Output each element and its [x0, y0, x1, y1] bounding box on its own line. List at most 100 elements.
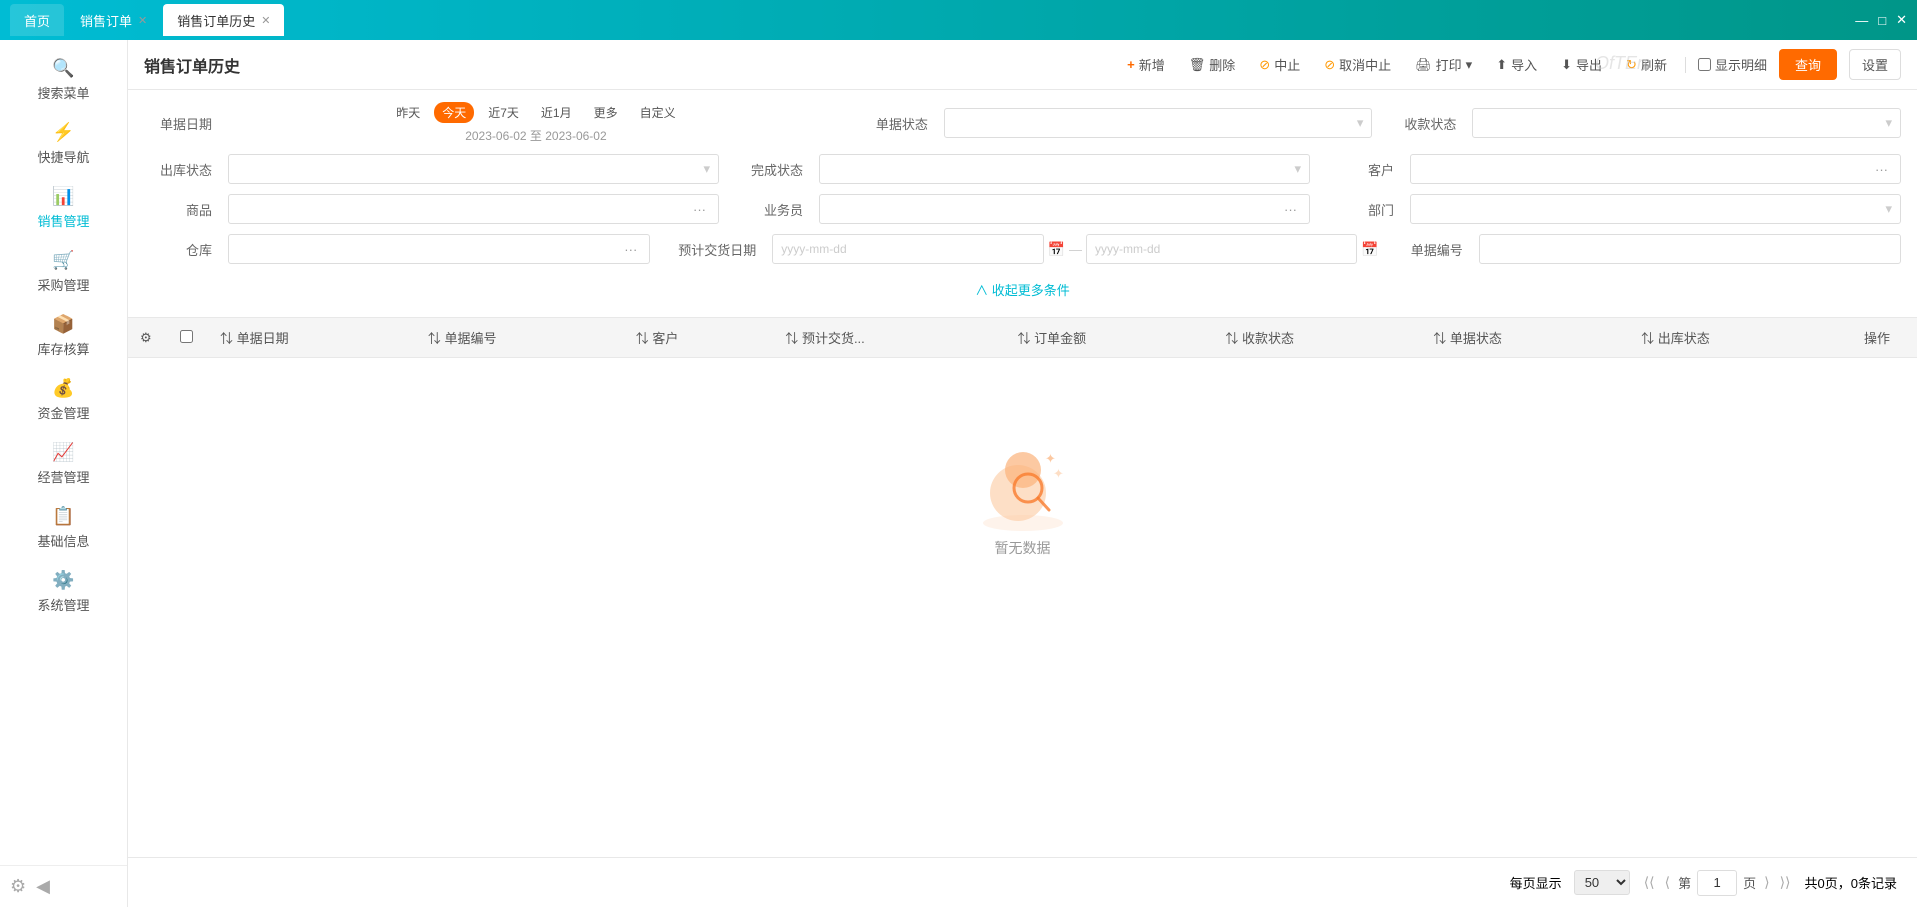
order-status-chevron: ▾: [1357, 115, 1364, 131]
sidebar-item-sys-mgmt[interactable]: ⚙️ 系统管理: [0, 560, 127, 624]
expected-date-to[interactable]: yyyy-mm-dd: [1086, 234, 1357, 264]
sidebar-collapse-icon[interactable]: ◀: [36, 876, 50, 897]
refresh-button[interactable]: ↻ 刷新: [1620, 51, 1673, 78]
tab-sales-order-history-close[interactable]: ✕: [261, 14, 270, 27]
product-select[interactable]: ···: [228, 194, 719, 224]
tab-home[interactable]: 首页: [10, 4, 64, 36]
prev-page-button[interactable]: ⟨: [1663, 872, 1672, 893]
page-number-input[interactable]: [1697, 870, 1737, 896]
pagination: ⟨⟨ ⟨ 第 页 ⟩ ⟩⟩: [1642, 870, 1793, 896]
customer-select[interactable]: ···: [1410, 154, 1901, 184]
empty-text: 暂无数据: [995, 538, 1051, 558]
settings-button[interactable]: 设置: [1849, 49, 1901, 80]
department-select[interactable]: ▾: [1410, 194, 1901, 224]
out-status-select[interactable]: ▾: [228, 154, 719, 184]
last-page-button[interactable]: ⟩⟩: [1778, 872, 1793, 893]
th-checkbox[interactable]: [168, 318, 208, 358]
expected-date-from[interactable]: yyyy-mm-dd: [772, 234, 1043, 264]
show-details-checkbox[interactable]: [1698, 58, 1711, 71]
th-out-status[interactable]: ⇅ 出库状态: [1629, 318, 1837, 358]
department-chevron: ▾: [1885, 201, 1892, 217]
pay-status-chevron: ▾: [1885, 115, 1892, 131]
next-page-button[interactable]: ⟩: [1762, 872, 1771, 893]
empty-state: ✦ ✦ 暂无数据: [128, 358, 1917, 639]
window-close[interactable]: ✕: [1896, 12, 1907, 28]
th-pay-status[interactable]: ⇅ 收款状态: [1213, 318, 1421, 358]
import-icon: ⬆: [1496, 57, 1507, 73]
page-size-select[interactable]: 10 20 50 100: [1574, 870, 1630, 895]
th-ops: 操作: [1837, 318, 1917, 358]
date-tag-today[interactable]: 今天: [434, 102, 474, 123]
date-tag-more[interactable]: 更多: [586, 102, 626, 123]
import-button[interactable]: ⬆ 导入: [1490, 51, 1543, 78]
export-icon: ⬇: [1561, 57, 1572, 73]
th-order-status[interactable]: ⇅ 单据状态: [1421, 318, 1629, 358]
order-status-select[interactable]: ▾: [944, 108, 1373, 138]
tab-sales-order-history[interactable]: 销售订单历史 ✕: [163, 4, 284, 36]
page-title: 销售订单历史: [144, 53, 240, 77]
export-button[interactable]: ⬇ 导出: [1555, 51, 1608, 78]
warehouse-select[interactable]: ···: [228, 234, 650, 264]
stop-icon: ⊘: [1259, 57, 1270, 73]
pay-status-select[interactable]: ▾: [1472, 108, 1901, 138]
tab-sales-order[interactable]: 销售订单 ✕: [66, 4, 161, 36]
th-no[interactable]: ⇅ 单据编号: [416, 318, 624, 358]
cancel-stop-icon: ⊘: [1324, 57, 1335, 73]
search-menu-icon: 🔍: [52, 58, 74, 79]
tab-sales-order-close[interactable]: ✕: [138, 14, 147, 27]
finance-icon: 💰: [52, 378, 74, 399]
customer-ellipsis[interactable]: ···: [1871, 162, 1892, 177]
sidebar-item-purchase-mgmt-label: 采购管理: [37, 275, 89, 294]
sidebar-item-base-info[interactable]: 📋 基础信息: [0, 496, 127, 560]
window-minimize[interactable]: —: [1855, 13, 1868, 28]
expected-date-group: yyyy-mm-dd 📅 — yyyy-mm-dd 📅: [772, 234, 1378, 264]
print-button[interactable]: 🖨 打印 ▾: [1409, 51, 1478, 78]
tab-home-label: 首页: [24, 11, 50, 30]
th-date[interactable]: ⇅ 单据日期: [208, 318, 416, 358]
stop-button[interactable]: ⊘ 中止: [1253, 51, 1306, 78]
date-tag-custom[interactable]: 自定义: [632, 102, 684, 123]
sidebar-item-finance[interactable]: 💰 资金管理: [0, 368, 127, 432]
delete-button[interactable]: 🗑 删除: [1183, 51, 1242, 78]
tab-sales-order-label: 销售订单: [80, 11, 132, 30]
first-page-button[interactable]: ⟨⟨: [1642, 872, 1657, 893]
th-expected[interactable]: ⇅ 预计交货...: [773, 318, 1005, 358]
filter-row-2: 出库状态 ▾ 完成状态 ▾ 客户 ···: [144, 154, 1901, 184]
sidebar-item-inventory[interactable]: 📦 库存核算: [0, 304, 127, 368]
expected-date-label: 预计交货日期: [666, 240, 756, 259]
sidebar-item-sales-mgmt[interactable]: 📊 销售管理: [0, 176, 127, 240]
salesperson-select[interactable]: ···: [819, 194, 1310, 224]
th-settings[interactable]: ⚙: [128, 318, 168, 358]
complete-status-select[interactable]: ▾: [819, 154, 1310, 184]
order-no-input[interactable]: [1479, 234, 1901, 264]
query-button[interactable]: 查询: [1779, 49, 1837, 80]
product-ellipsis[interactable]: ···: [689, 202, 710, 217]
table-area: ⚙ ⇅ 单据日期 ⇅ 单据编号: [128, 318, 1917, 857]
cancel-stop-button[interactable]: ⊘ 取消中止: [1318, 51, 1397, 78]
svg-text:✦: ✦: [1045, 451, 1056, 466]
show-details-checkbox-label[interactable]: 显示明细: [1698, 55, 1767, 74]
sidebar-item-purchase-mgmt[interactable]: 🛒 采购管理: [0, 240, 127, 304]
order-status-label: 单据状态: [860, 114, 928, 133]
sidebar-item-operations[interactable]: 📈 经营管理: [0, 432, 127, 496]
salesperson-ellipsis[interactable]: ···: [1280, 202, 1301, 217]
settings-icon[interactable]: ⚙: [140, 330, 152, 345]
date-tag-7days[interactable]: 近7天: [480, 102, 527, 123]
sidebar-item-search-menu[interactable]: 🔍 搜索菜单: [0, 48, 127, 112]
th-customer[interactable]: ⇅ 客户: [624, 318, 774, 358]
warehouse-ellipsis[interactable]: ···: [620, 242, 641, 257]
select-all-checkbox[interactable]: [180, 330, 193, 343]
sidebar-settings-icon[interactable]: ⚙: [10, 876, 26, 897]
window-maximize[interactable]: □: [1878, 13, 1886, 28]
department-label: 部门: [1326, 200, 1394, 219]
date-tag-1month[interactable]: 近1月: [533, 102, 580, 123]
cal-icon-right: 📅: [1361, 241, 1378, 258]
sidebar-item-quick-nav[interactable]: ⚡ 快捷导航: [0, 112, 127, 176]
new-button[interactable]: + 新增: [1121, 51, 1171, 78]
out-status-label: 出库状态: [144, 160, 212, 179]
print-dropdown-icon: ▾: [1466, 57, 1473, 73]
th-amount[interactable]: ⇅ 订单金额: [1005, 318, 1213, 358]
collapse-filter-button[interactable]: ∧ 收起更多条件: [144, 274, 1901, 305]
date-tag-yesterday[interactable]: 昨天: [388, 102, 428, 123]
table-header-row: ⚙ ⇅ 单据日期 ⇅ 单据编号: [128, 318, 1917, 358]
